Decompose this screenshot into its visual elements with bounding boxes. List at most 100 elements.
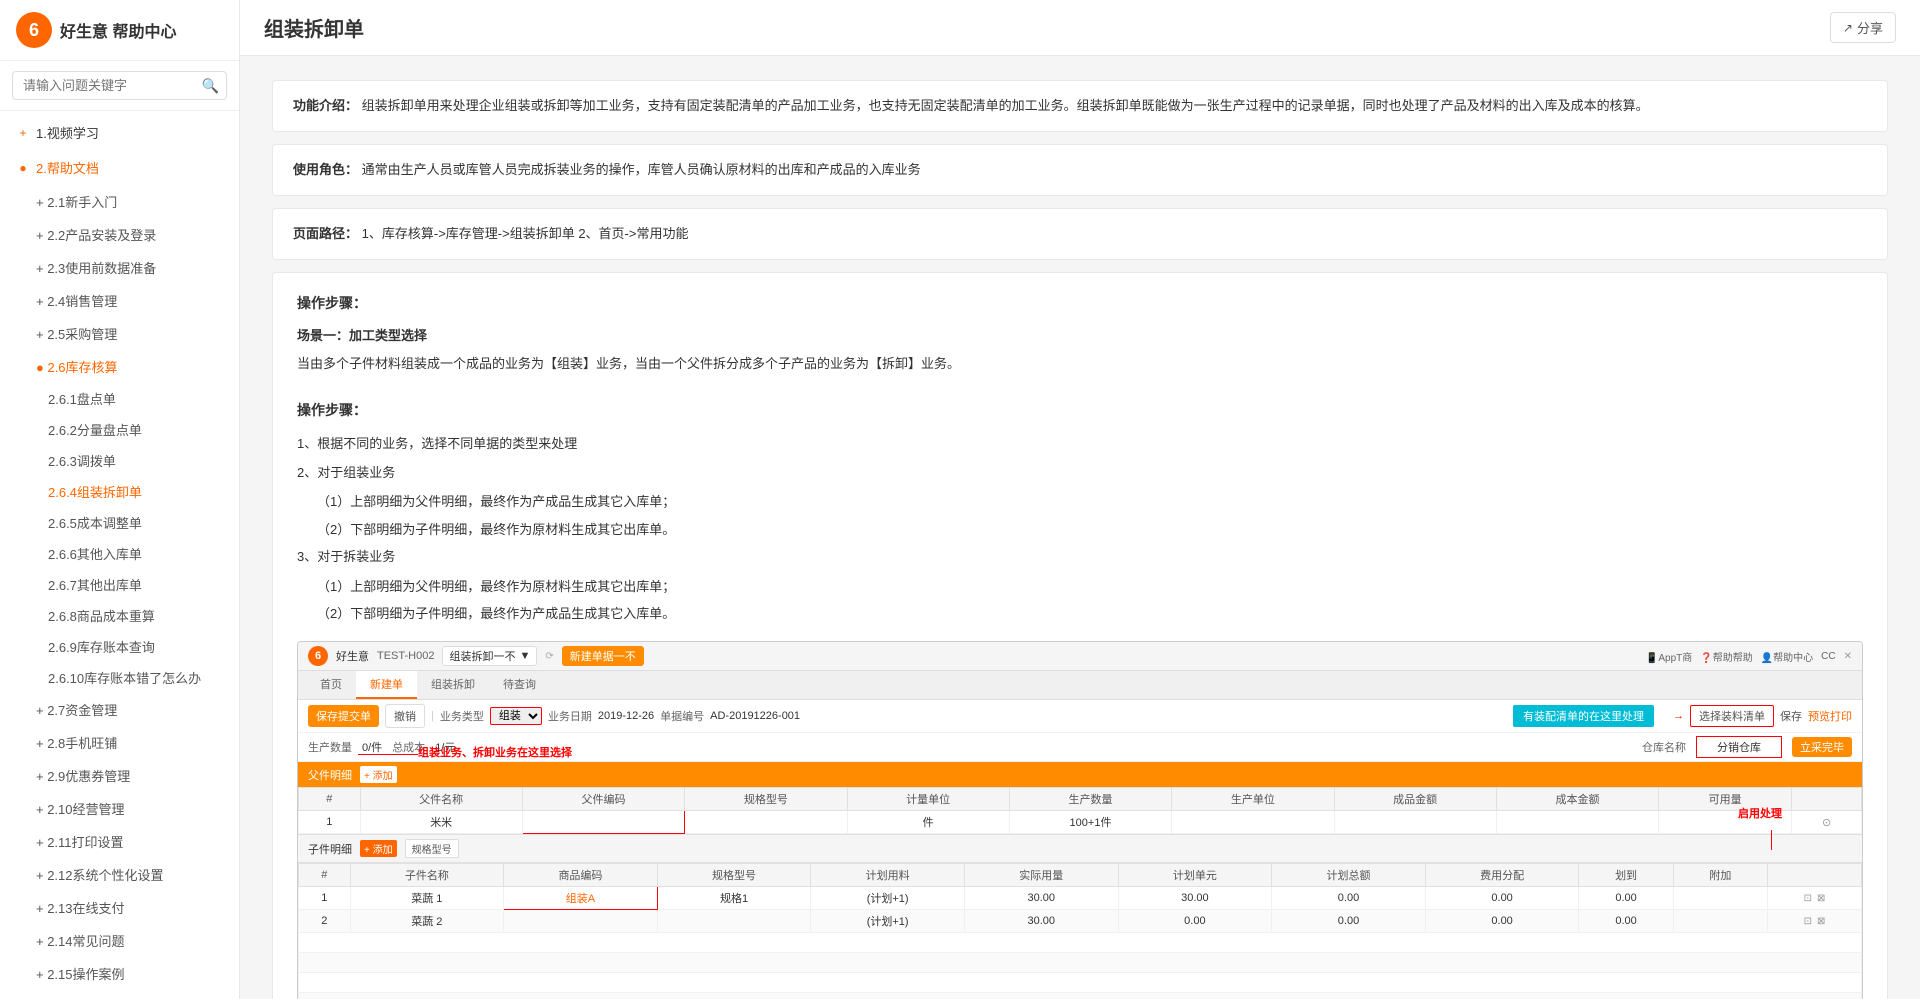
mock-child-table-wrap: # 子件名称 商品编码 规格型号 计划用料 实际用量 计划单元 计划总额 费用分… [298,863,1862,999]
sidebar-item-finance[interactable]: + 2.7资金管理 [0,693,239,726]
share-button[interactable]: ↗ 分享 [1830,12,1896,43]
sidebar-item-label: 2.6.5成本调整单 [48,516,142,531]
mock-save-btn[interactable]: 保存提交单 [308,705,379,727]
mock-add-parent[interactable]: + 添加 [360,766,397,783]
sidebar-item-transfer[interactable]: 2.6.3调拨单 [0,445,239,476]
col-op [1792,788,1862,811]
sidebar-item-ledger-fix[interactable]: 2.6.10库存账本错了怎么办 [0,662,239,693]
sidebar-item-label: 2.6.7其他出库单 [48,578,142,593]
sidebar-item-examples[interactable]: + 2.15操作案例 [0,957,239,990]
sidebar-item-label: 2.6.8商品成本重算 [48,609,155,624]
sidebar-item-label: 2.6.10库存账本错了怎么办 [48,671,201,686]
sidebar-item-coupon[interactable]: + 2.9优惠券管理 [0,759,239,792]
sidebar-item-label: 2.6.6其他入库单 [48,547,142,562]
sidebar-item-cost-recalc[interactable]: 2.6.8商品成本重算 [0,600,239,631]
mock-parent-table: # 父件名称 父件编码 规格型号 计量单位 生产数量 生产单位 成品金额 成本金… [298,787,1862,834]
mock-teal-notice: 有装配清单的在这里处理 → [1513,705,1654,727]
mock-btn-new: 新建单据一不 [562,646,644,666]
page-title: 组装拆卸单 [264,13,364,42]
sidebar-item-label: + 2.15操作案例 [36,967,125,982]
row-action-icon[interactable]: ⊙ [1822,817,1831,829]
logo-icon: 6 [16,12,52,48]
row-action-copy2[interactable]: ⊡ [1804,916,1812,927]
sidebar-item-label: + 2.4销售管理 [36,294,117,309]
col-prod-qty: 生产数量 [1009,788,1171,811]
sidebar-item-assembly[interactable]: 2.6.4组装拆卸单 [0,476,239,507]
mock-icon-app: 📱AppT商 [1646,649,1692,664]
table-row: 1 菜蔬 1 组装A 规格1 (计划+1) 30.00 30.00 0.00 0… [299,887,1862,910]
mock-window-bar: 6 好生意 TEST-H002 组装拆卸一不 ▼ ⟳ 新建单据一不 📱AppT商… [298,642,1862,671]
sidebar-item-stocktake[interactable]: 2.6.1盘点单 [0,383,239,414]
sidebar-item-label: + 2.2产品安装及登录 [36,228,156,243]
sidebar-item-other-out[interactable]: 2.6.7其他出库单 [0,569,239,600]
sidebar-item-partial-stocktake[interactable]: 2.6.2分量盘点单 [0,414,239,445]
ops-title2: 操作步骤： [297,400,1863,420]
expand-icon: + [16,126,30,140]
logo-area: 6 好生意 帮助中心 [0,0,239,61]
mock-tab-query: 待查询 [489,671,550,699]
role-label: 使用角色： [293,162,358,177]
sidebar-item-ops[interactable]: + 2.10经营管理 [0,792,239,825]
sidebar-item-other-in[interactable]: 2.6.6其他入库单 [0,538,239,569]
table-row: 2 菜蔬 2 (计划+1) 30.00 0.00 0.00 0.00 0.00 [299,910,1862,933]
mock-right-icons: 📱AppT商 ❓帮助帮助 👤帮助中心 CC ✕ [1646,649,1852,664]
sidebar-item-print[interactable]: + 2.11打印设置 [0,825,239,858]
search-icon[interactable]: 🔍 [202,77,219,94]
table-row [299,993,1862,999]
sidebar-item-docs[interactable]: ● 2.帮助文档 [0,150,239,185]
mock-icon-user: 👤帮助中心 [1761,649,1813,664]
sidebar-item-label: + 2.1新手入门 [36,195,117,210]
mock-arrow-v [1771,830,1772,850]
sidebar-item-label: + 2.12系统个性化设置 [36,868,164,883]
sidebar-item-sales[interactable]: + 2.4销售管理 [0,284,239,317]
mock-tab-home: 首页 [306,671,356,699]
mock-child-label: 子件明细 [308,841,352,857]
mock-close-icon: ✕ [1844,651,1852,662]
mock-company: 好生意 [336,648,369,664]
sidebar-item-install[interactable]: + 2.2产品安装及登录 [0,218,239,251]
row-action-copy[interactable]: ⊡ [1804,893,1812,904]
mock-select-template-btn[interactable]: 选择装料清单 [1690,705,1774,727]
mock-warehouse-input[interactable]: 分销仓库 [1696,736,1782,758]
mock-arrow-line1 [358,754,418,755]
sidebar-item-ledger-query[interactable]: 2.6.9库存账本查询 [0,631,239,662]
sidebar-item-prepare[interactable]: + 2.3使用前数据准备 [0,251,239,284]
intro-block: 功能介绍： 组装拆卸单用来处理企业组装或拆卸等加工业务，支持有固定装配清单的产品… [272,80,1888,132]
role-block: 使用角色： 通常由生产人员或库管人员完成拆装业务的操作，库管人员确认原材料的出库… [272,144,1888,196]
sidebar-item-newuser[interactable]: + 2.1新手入门 [0,185,239,218]
sidebar-item-inventory[interactable]: ● 2.6库存核算 [0,350,239,383]
mock-icon-help: ❓帮助帮助 [1700,649,1752,664]
sidebar-item-customize[interactable]: + 2.12系统个性化设置 [0,858,239,891]
row-action-del[interactable]: ⊠ [1817,893,1825,904]
sidebar-item-payment[interactable]: + 2.13在线支付 [0,891,239,924]
mock-date-value: 2019-12-26 [598,710,654,722]
mock-save-icon: 保存 [1780,708,1802,724]
mock-confirm-btn[interactable]: 立采完毕 [1792,737,1852,757]
sidebar-item-videos[interactable]: + 1.视频学习 [0,115,239,150]
collapse-icon: ● [16,161,30,175]
search-box[interactable]: 🔍 [0,61,239,111]
search-input[interactable] [12,71,227,100]
path-text: 1、库存核算->库存管理->组装拆卸单 2、首页->常用功能 [362,226,689,241]
mock-cancel-btn[interactable]: 撤销 [385,704,425,728]
intro-text: 组装拆卸单用来处理企业组装或拆卸等加工业务，支持有固定装配清单的产品加工业务，也… [362,98,1649,113]
sidebar-item-cost-adjust[interactable]: 2.6.5成本调整单 [0,507,239,538]
operations-title: 操作步骤： [297,293,1863,313]
step2-1: （1）上部明细为父件明细，最终作为产成品生成其它入库单； [297,490,1863,513]
sidebar-item-label: 1.视频学习 [36,123,99,142]
mock-select-box: 组装拆卸一不 ▼ [442,646,537,666]
mock-add-child[interactable]: + 添加 [360,840,397,857]
mock-parent-label: 父件明细 [308,767,352,783]
mock-business-type-select[interactable]: 组装 拆卸 [490,707,542,725]
step2: 2、对于组装业务 [297,461,1863,484]
mock-import-btn[interactable]: 规格型号 [405,839,459,858]
sidebar-item-purchase[interactable]: + 2.5采购管理 [0,317,239,350]
sidebar-item-label: 2.6.4组装拆卸单 [48,485,142,500]
mock-toolbar: 保存提交单 撤销 | 业务类型 组装 拆卸 业务日期 2019-12-26 单据… [298,700,1862,733]
sidebar-item-mobile[interactable]: + 2.8手机旺铺 [0,726,239,759]
row-action-del2[interactable]: ⊠ [1817,916,1825,927]
sidebar-item-label: + 2.8手机旺铺 [36,736,117,751]
sidebar: 6 好生意 帮助中心 🔍 + 1.视频学习 ● 2.帮助文档 + 2.1新手入门… [0,0,240,999]
sidebar-item-faq[interactable]: + 2.14常见问题 [0,924,239,957]
sidebar-item-label: 2.6.2分量盘点单 [48,423,142,438]
